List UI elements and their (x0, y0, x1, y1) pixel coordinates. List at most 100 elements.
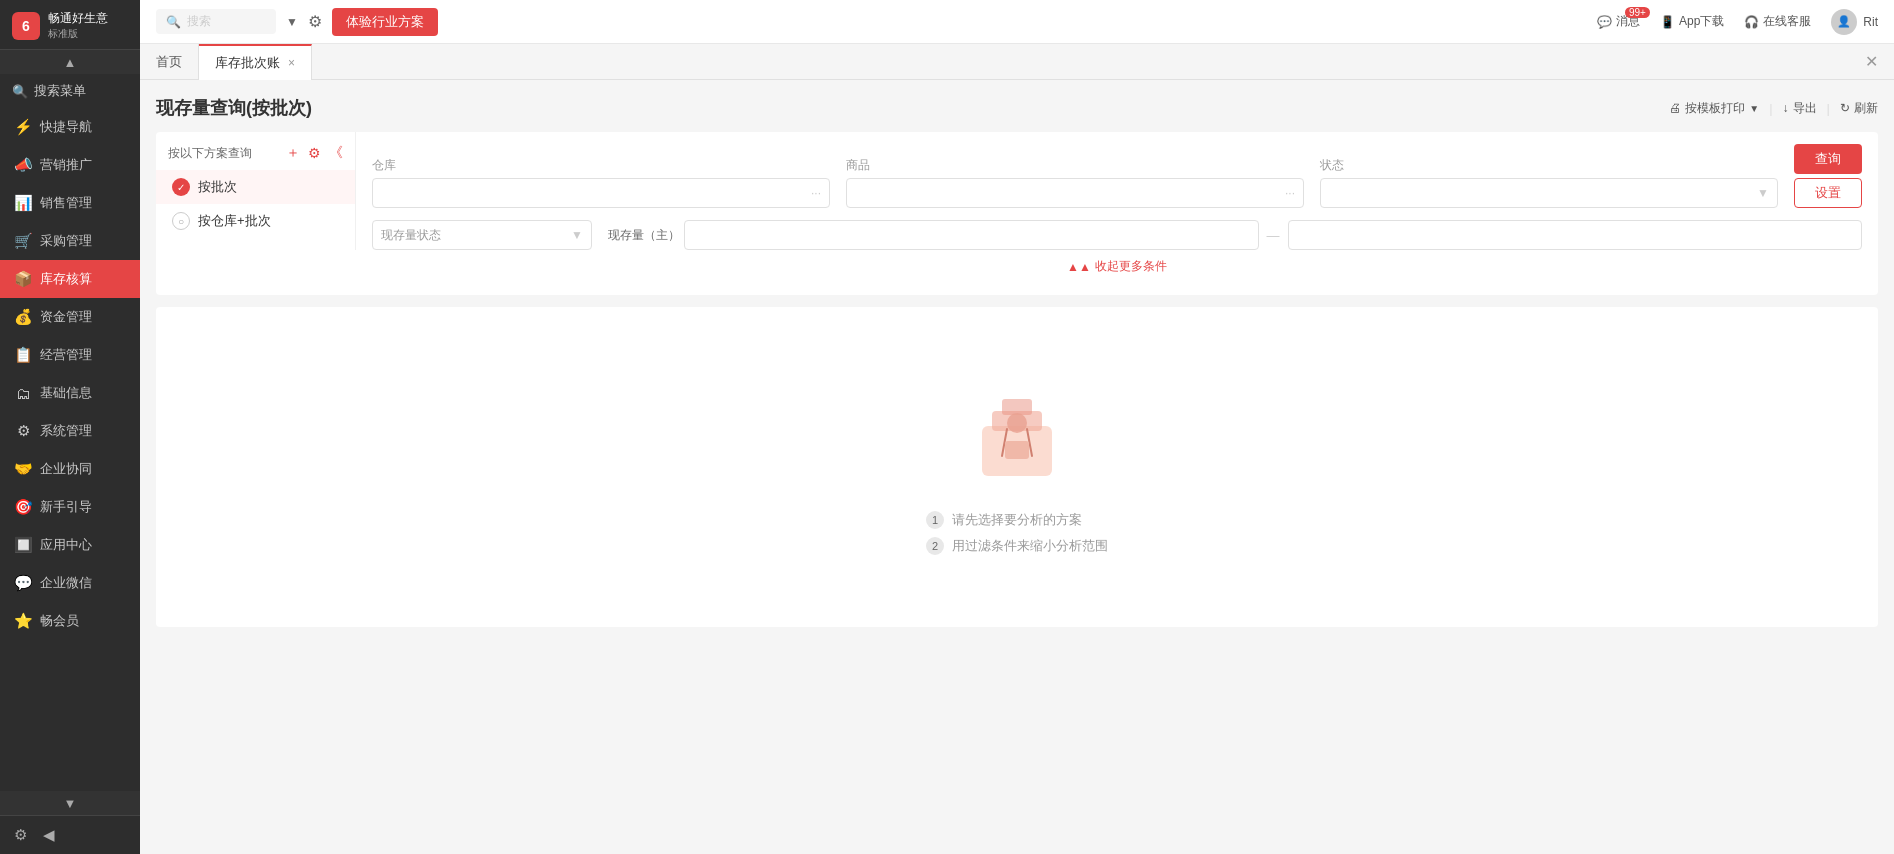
tab-close-icon[interactable]: × (288, 56, 295, 70)
sidebar-search[interactable]: 🔍 搜索菜单 (0, 74, 140, 108)
svg-point-3 (1007, 413, 1027, 433)
sidebar-item-sales[interactable]: 📊 销售管理 (0, 184, 140, 222)
tab-inventory-batch[interactable]: 库存批次账 × (199, 44, 312, 80)
sidebar-item-purchase[interactable]: 🛒 采购管理 (0, 222, 140, 260)
filter-sidebar-actions: ＋ ⚙ 《 (286, 144, 343, 162)
collapse-sidebar-icon[interactable]: ◀ (43, 826, 55, 844)
scheme-settings-icon[interactable]: ⚙ (308, 145, 321, 161)
product-field: 商品 ··· (846, 157, 1304, 208)
filter-row-2: 现存量状态 ▼ 现存量（主） — (372, 220, 1862, 250)
sidebar-nav: ⚡ 快捷导航 📣 营销推广 📊 销售管理 🛒 采购管理 📦 库存核算 💰 资金管… (0, 108, 140, 791)
app-download-action[interactable]: 📱 App下载 (1660, 13, 1724, 30)
sidebar-item-inventory[interactable]: 📦 库存核算 (0, 260, 140, 298)
topbar-search-box[interactable]: 🔍 搜索 (156, 9, 276, 34)
tab-panel-close-button[interactable]: ✕ (1849, 52, 1894, 71)
topbar-search-text: 搜索 (187, 13, 211, 30)
step-num-1: 1 (926, 511, 944, 529)
app-download-label: App下载 (1679, 13, 1724, 30)
tab-home-label: 首页 (156, 53, 182, 71)
refresh-icon: ↻ (1840, 101, 1850, 115)
nav-icon-sales: 📊 (14, 194, 32, 212)
sidebar-item-finance[interactable]: 💰 资金管理 (0, 298, 140, 336)
sidebar-scroll-up[interactable]: ▲ (0, 50, 140, 74)
sidebar: 6 畅通好生意 标准版 ▲ 🔍 搜索菜单 ⚡ 快捷导航 📣 营销推广 📊 销售管… (0, 0, 140, 854)
add-scheme-button[interactable]: ＋ (286, 144, 300, 162)
sidebar-search-label: 搜索菜单 (34, 82, 86, 100)
empty-steps: 1 请先选择要分析的方案 2 用过滤条件来缩小分析范围 (926, 511, 1108, 563)
trial-button[interactable]: 体验行业方案 (332, 8, 438, 36)
brand-info: 畅通好生意 标准版 (48, 10, 108, 41)
nav-label-purchase: 采购管理 (40, 232, 92, 250)
empty-step-1-text: 请先选择要分析的方案 (952, 511, 1082, 529)
search-icon: 🔍 (12, 84, 28, 99)
user-menu[interactable]: 👤 Rit (1831, 9, 1878, 35)
filter-sidebar-title: 按以下方案查询 (168, 145, 252, 162)
sidebar-item-operations[interactable]: 📋 经营管理 (0, 336, 140, 374)
nav-label-newbie: 新手引导 (40, 498, 92, 516)
query-button[interactable]: 查询 (1794, 144, 1862, 174)
nav-label-member: 畅会员 (40, 612, 79, 630)
nav-icon-marketing: 📣 (14, 156, 32, 174)
sidebar-item-system[interactable]: ⚙ 系统管理 (0, 412, 140, 450)
close-icon: ✕ (1865, 52, 1878, 71)
sidebar-item-enterprise[interactable]: 🤝 企业协同 (0, 450, 140, 488)
topbar: 🔍 搜索 ▼ ⚙ 体验行业方案 💬 消息 99+ 📱 App下载 🎧 在线客服 (140, 0, 1894, 44)
sidebar-item-marketing[interactable]: 📣 营销推广 (0, 146, 140, 184)
settings-button[interactable]: 设置 (1794, 178, 1862, 208)
topbar-dropdown-icon[interactable]: ▼ (286, 15, 298, 29)
product-label: 商品 (846, 157, 1304, 174)
action-buttons: 查询 设置 (1794, 144, 1862, 208)
sidebar-scroll-down[interactable]: ▼ (0, 791, 140, 815)
topbar-actions: 💬 消息 99+ 📱 App下载 🎧 在线客服 👤 Rit (1597, 9, 1878, 35)
nav-label-basic: 基础信息 (40, 384, 92, 402)
nav-icon-member: ⭐ (14, 612, 32, 630)
warehouse-label: 仓库 (372, 157, 830, 174)
svg-rect-2 (1002, 399, 1032, 415)
status-select[interactable]: ▼ (1320, 178, 1778, 208)
status-label: 状态 (1320, 157, 1778, 174)
print-template-label: 按模板打印 (1685, 100, 1745, 117)
tab-home[interactable]: 首页 (140, 44, 199, 80)
page-content: 现存量查询(按批次) 🖨 按模板打印 ▼ | ↓ 导出 | ↻ (140, 80, 1894, 854)
refresh-button[interactable]: ↻ 刷新 (1840, 100, 1878, 117)
nav-icon-purchase: 🛒 (14, 232, 32, 250)
online-service-action[interactable]: 🎧 在线客服 (1744, 13, 1811, 30)
nav-label-apps: 应用中心 (40, 536, 92, 554)
scheme-by-batch-label: 按批次 (198, 178, 237, 196)
stock-status-label: 现存量状态 (381, 227, 571, 244)
scheme-item-by-warehouse-batch[interactable]: ○ 按仓库+批次 (156, 204, 355, 238)
topbar-gear-icon[interactable]: ⚙ (308, 12, 322, 31)
collapse-filter-icon[interactable]: 《 (329, 144, 343, 162)
app-logo: 6 (12, 12, 40, 40)
nav-label-operations: 经营管理 (40, 346, 92, 364)
filter-sidebar-wrapper: 按以下方案查询 ＋ ⚙ 《 ✓ 按批次 (156, 132, 356, 295)
settings-icon[interactable]: ⚙ (14, 826, 27, 844)
nav-icon-quick-nav: ⚡ (14, 118, 32, 136)
scheme-active-icon: ✓ (172, 178, 190, 196)
nav-label-finance: 资金管理 (40, 308, 92, 326)
empty-step-2-text: 用过滤条件来缩小分析范围 (952, 537, 1108, 555)
warehouse-input[interactable]: ··· (372, 178, 830, 208)
export-button[interactable]: ↓ 导出 (1783, 100, 1817, 117)
sidebar-item-basic[interactable]: 🗂 基础信息 (0, 374, 140, 412)
message-badge: 99+ (1625, 7, 1650, 18)
filter-sidebar: 按以下方案查询 ＋ ⚙ 《 ✓ 按批次 (156, 132, 356, 250)
stock-main-from-input[interactable] (684, 220, 1259, 250)
nav-icon-apps: 🔲 (14, 536, 32, 554)
sidebar-item-quick-nav[interactable]: ⚡ 快捷导航 (0, 108, 140, 146)
stock-main-to-input[interactable] (1288, 220, 1863, 250)
sidebar-item-apps[interactable]: 🔲 应用中心 (0, 526, 140, 564)
stock-status-select[interactable]: 现存量状态 ▼ (372, 220, 592, 250)
scheme-item-by-batch[interactable]: ✓ 按批次 (156, 170, 355, 204)
status-field: 状态 ▼ (1320, 157, 1778, 208)
sidebar-item-newbie[interactable]: 🎯 新手引导 (0, 488, 140, 526)
print-template-button[interactable]: 🖨 按模板打印 ▼ (1669, 100, 1759, 117)
message-action[interactable]: 💬 消息 99+ (1597, 13, 1640, 30)
sidebar-item-wechat[interactable]: 💬 企业微信 (0, 564, 140, 602)
refresh-label: 刷新 (1854, 100, 1878, 117)
collapse-more-button[interactable]: ▲▲ 收起更多条件 (372, 250, 1862, 283)
empty-step-1: 1 请先选择要分析的方案 (926, 511, 1108, 529)
product-input[interactable]: ··· (846, 178, 1304, 208)
nav-label-quick-nav: 快捷导航 (40, 118, 92, 136)
sidebar-item-member[interactable]: ⭐ 畅会员 (0, 602, 140, 640)
